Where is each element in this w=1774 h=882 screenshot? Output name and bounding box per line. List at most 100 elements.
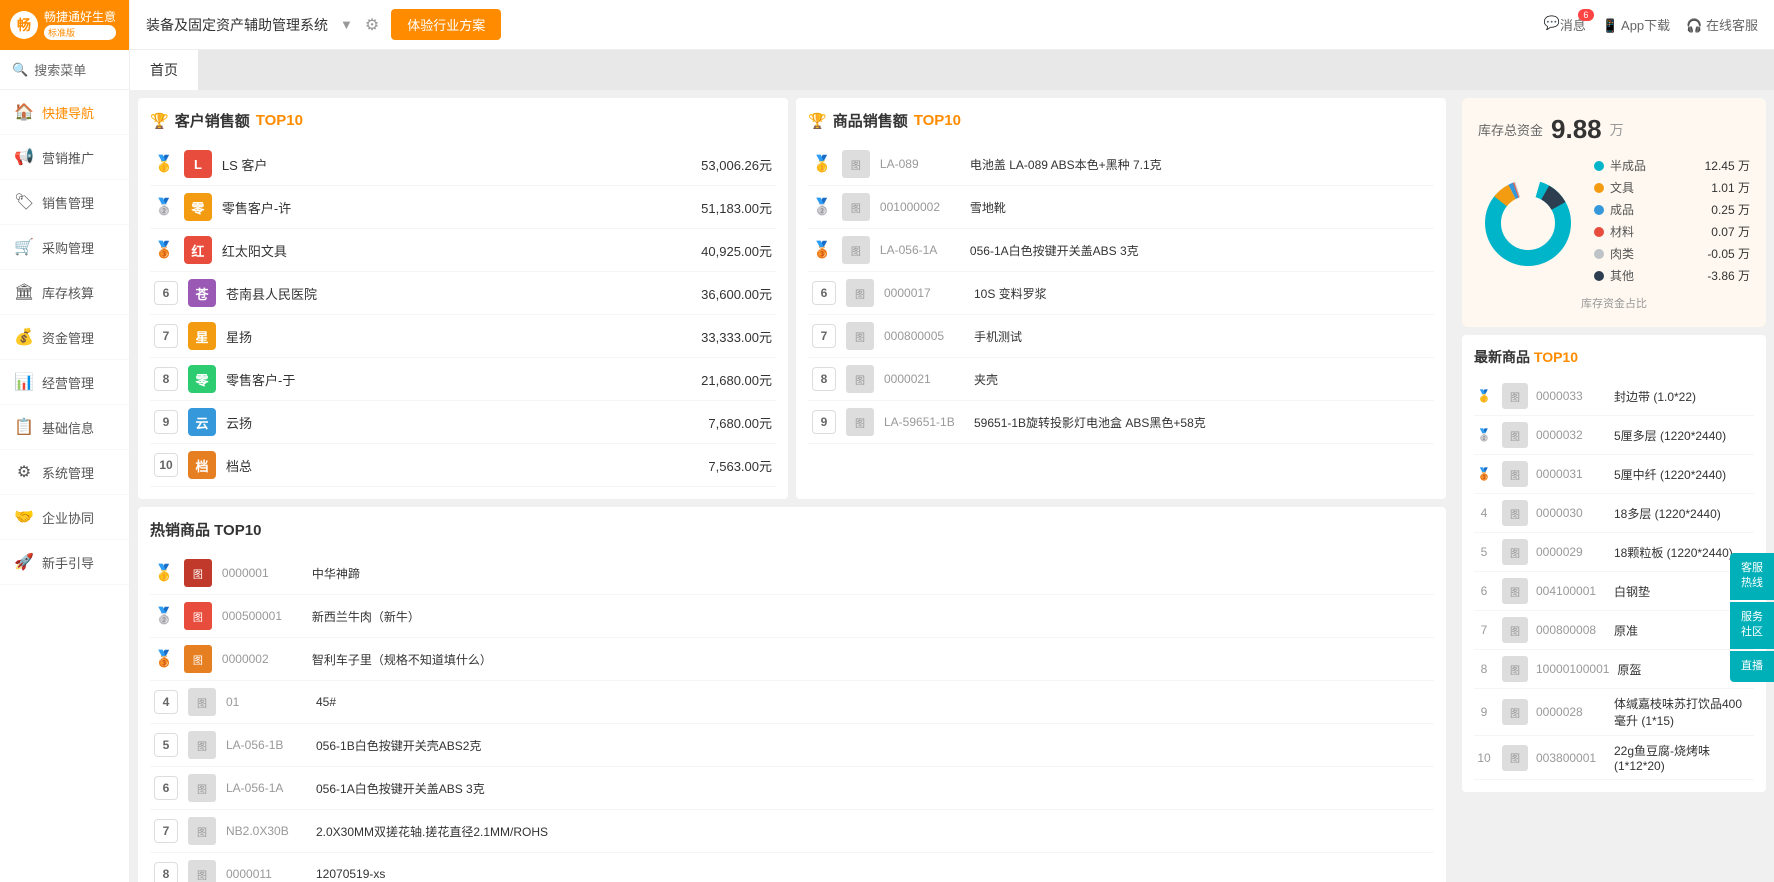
online-service[interactable]: 🎧 在线客服 <box>1686 15 1758 34</box>
customer-top10-badge: TOP10 <box>256 112 303 129</box>
newest-code-10: 003800001 <box>1536 751 1606 765</box>
donut-chart-container: 半成品 12.45 万 文具 1.01 万 成品 0.25 万 <box>1478 157 1750 289</box>
medal-3: 🥉 <box>154 240 174 260</box>
product-img-3: 图 <box>842 236 870 264</box>
medal-1: 🥇 <box>154 154 174 174</box>
newest-rank-3: 🥉 <box>1474 467 1494 481</box>
trophy-icon-2: 🏆 <box>808 112 827 130</box>
trial-button[interactable]: 体验行业方案 <box>391 9 501 40</box>
customer-value-8: 7,563.00元 <box>708 456 772 475</box>
rank-num-7: 9 <box>154 410 178 434</box>
newest-rank-6: 6 <box>1474 584 1494 598</box>
hot-rank-5: 5 <box>154 733 178 757</box>
marketing-icon: 📢 <box>14 147 34 167</box>
hot-img-7: 图 <box>188 817 216 845</box>
hot-rank-8: 8 <box>154 862 178 882</box>
legend-value-5: -3.86 万 <box>1690 267 1750 284</box>
product-code-2: 001000002 <box>880 200 960 214</box>
sidebar-item-purchase[interactable]: 🛒 采购管理 <box>0 225 129 270</box>
legend-value-2: 0.25 万 <box>1690 201 1750 218</box>
customer-name-2: 零售客户-许 <box>222 198 691 217</box>
system-name: 装备及固定资产辅助管理系统 <box>146 15 328 35</box>
rank-item: 7 图 000800005 手机测试 <box>808 315 1434 358</box>
legend-value-1: 1.01 万 <box>1690 179 1750 196</box>
product-sales-section: 🏆 商品销售额 TOP10 🥇 图 LA-089 电池盖 LA-089 ABS本… <box>796 98 1446 499</box>
legend-item-5: 其他 -3.86 万 <box>1594 267 1750 284</box>
newest-code-9: 0000028 <box>1536 705 1606 719</box>
inventory-value: 9.88 <box>1551 114 1602 145</box>
sidebar-item-label: 快捷导航 <box>42 103 94 122</box>
hot-img-5: 图 <box>188 731 216 759</box>
hot-code-7: NB2.0X30B <box>226 824 306 838</box>
float-btn-service[interactable]: 客服 热线 <box>1730 553 1774 600</box>
tab-home[interactable]: 首页 <box>130 50 198 90</box>
dropdown-arrow[interactable]: ▼ <box>340 17 353 32</box>
customer-value-4: 36,600.00元 <box>701 284 772 303</box>
newest-img-5: 图 <box>1502 539 1528 565</box>
p-rank-6: 8 <box>812 367 836 391</box>
hot-code-8: 0000011 <box>226 867 306 881</box>
avatar-5: 星 <box>188 322 216 350</box>
legend-dot-5 <box>1594 271 1604 281</box>
main-area: 装备及固定资产辅助管理系统 ▼ ⚙ 体验行业方案 💬 消息 6 📱 App下载 … <box>130 0 1774 882</box>
sidebar-item-guide[interactable]: 🚀 新手引导 <box>0 540 129 585</box>
sidebar-item-label: 经营管理 <box>42 373 94 392</box>
legend-dot-2 <box>1594 205 1604 215</box>
hot-rank-4: 4 <box>154 690 178 714</box>
inventory-card: 库存总资金 9.88 万 <box>1462 98 1766 327</box>
sidebar-item-finance[interactable]: 💰 资金管理 <box>0 315 129 360</box>
sidebar-item-inventory[interactable]: 🏛 库存核算 <box>0 270 129 315</box>
hot-rank-item: 7 图 NB2.0X30B 2.0X30MM双搓花轴.搓花直径2.1MM/ROH… <box>150 810 1434 853</box>
sidebar-item-collab[interactable]: 🤝 企业协同 <box>0 495 129 540</box>
newest-code-7: 000800008 <box>1536 623 1606 637</box>
newest-code-3: 0000031 <box>1536 467 1606 481</box>
newest-code-6: 004100001 <box>1536 584 1606 598</box>
customer-name-5: 星扬 <box>226 327 691 346</box>
app-download[interactable]: 📱 App下载 <box>1602 15 1670 34</box>
float-btn-community[interactable]: 服务 社区 <box>1730 602 1774 649</box>
search-menu[interactable]: 🔍 搜索菜单 <box>0 50 129 90</box>
sidebar-item-marketing[interactable]: 📢 营销推广 <box>0 135 129 180</box>
sidebar-item-label: 营销推广 <box>42 148 94 167</box>
product-code-7: LA-59651-1B <box>884 415 964 429</box>
sidebar-item-system[interactable]: ⚙ 系统管理 <box>0 450 129 495</box>
product-medal-1: 🥇 <box>812 154 832 174</box>
newest-img-6: 图 <box>1502 578 1528 604</box>
customer-value-2: 51,183.00元 <box>701 198 772 217</box>
legend-dot-4 <box>1594 249 1604 259</box>
sidebar-item-label: 企业协同 <box>42 508 94 527</box>
hot-medal-1: 🥇 <box>154 563 174 583</box>
float-btn-live[interactable]: 直播 <box>1730 651 1774 682</box>
logo-icon: 畅 <box>10 11 38 39</box>
customer-value-1: 53,006.26元 <box>701 155 772 174</box>
newest-rank-2: 🥈 <box>1474 428 1494 442</box>
product-img-5: 图 <box>846 322 874 350</box>
operations-icon: 📊 <box>14 372 34 392</box>
newest-rank-5: 5 <box>1474 545 1494 559</box>
rank-item: 9 图 LA-59651-1B 59651-1B旋转投影灯电池盒 ABS黑色+5… <box>808 401 1434 444</box>
legend-item-2: 成品 0.25 万 <box>1594 201 1750 218</box>
product-name-5: 手机测试 <box>974 328 1430 345</box>
sidebar-item-operations[interactable]: 📊 经营管理 <box>0 360 129 405</box>
guide-icon: 🚀 <box>14 552 34 572</box>
hot-rank-item: 8 图 0000011 12070519-xs <box>150 853 1434 882</box>
messages-wrap[interactable]: 💬 消息 6 <box>1544 15 1586 34</box>
avatar-1: L <box>184 150 212 178</box>
product-rank-list: 🥇 图 LA-089 电池盖 LA-089 ABS本色+黑种 7.1克 🥈 图 … <box>808 143 1434 444</box>
customer-name-1: LS 客户 <box>222 155 691 174</box>
product-name-6: 夹壳 <box>974 371 1430 388</box>
newest-top10: TOP10 <box>1534 349 1578 365</box>
product-code-4: 0000017 <box>884 286 964 300</box>
sidebar-item-home[interactable]: 🏠 快捷导航 <box>0 90 129 135</box>
customer-name-4: 苍南县人民医院 <box>226 284 691 303</box>
newest-rank-10: 10 <box>1474 751 1494 765</box>
top-two-col: 🏆 客户销售额 TOP10 🥇 L LS 客户 53,006.26元 🥈 <box>138 98 1446 499</box>
sidebar-item-basic-info[interactable]: 📋 基础信息 <box>0 405 129 450</box>
settings-icon[interactable]: ⚙ <box>365 15 379 35</box>
customer-rank-list: 🥇 L LS 客户 53,006.26元 🥈 零 零售客户-许 51,183.0… <box>150 143 776 487</box>
sidebar-item-sales[interactable]: 🏷 销售管理 <box>0 180 129 225</box>
avatar-7: 云 <box>188 408 216 436</box>
app-download-label: App下载 <box>1621 18 1670 33</box>
product-img-1: 图 <box>842 150 870 178</box>
avatar-3: 红 <box>184 236 212 264</box>
